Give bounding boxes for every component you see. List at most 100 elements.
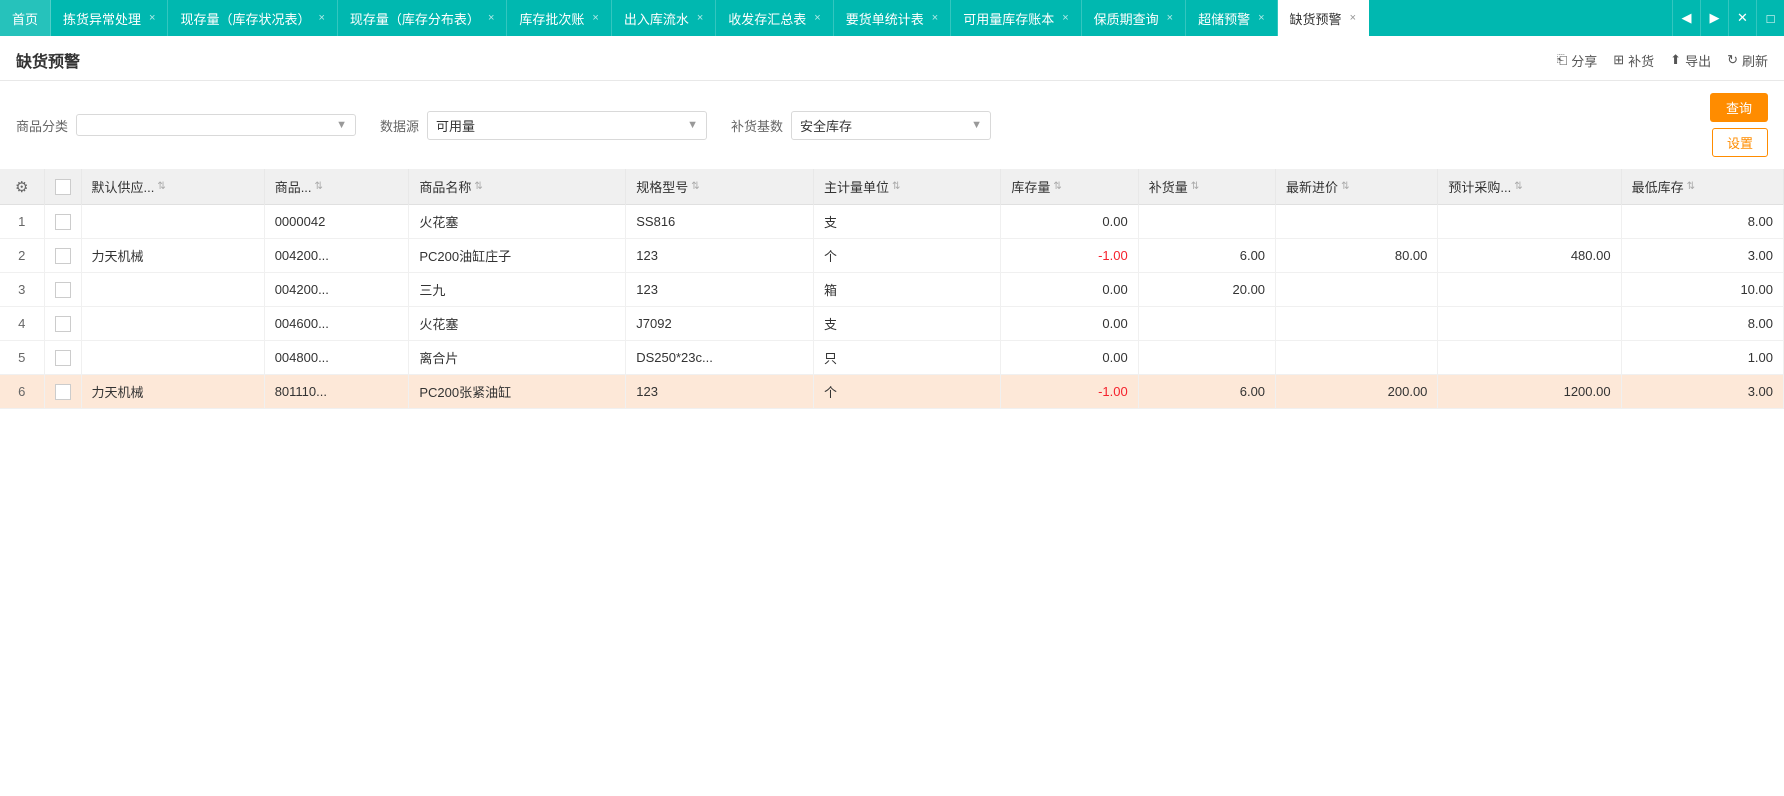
- tab-inventory-status[interactable]: 现存量（库存状况表）×: [168, 0, 337, 36]
- datasource-select[interactable]: 可用量 ▼: [427, 111, 707, 140]
- share-label: 分享: [1571, 51, 1597, 70]
- cell-est-purchase-3: [1438, 307, 1621, 341]
- category-arrow-icon: ▼: [336, 119, 347, 131]
- tab-inout-flow[interactable]: 出入库流水×: [612, 0, 716, 36]
- page-header: 缺货预警 ⎗ 分享 ⊞ 补货 ⬆ 导出 ↻ 刷新: [0, 36, 1784, 81]
- replenish-col-label: 补货量: [1149, 177, 1188, 196]
- table-row: 1 0000042 火花塞 SS816 支 0.00 8.00: [0, 205, 1784, 239]
- th-replenish[interactable]: 补货量⇅: [1138, 169, 1275, 205]
- cell-goods-code-2: 004200...: [264, 273, 409, 307]
- tab-close-receive-summary[interactable]: ×: [814, 12, 820, 24]
- cell-est-purchase-0: [1438, 205, 1621, 239]
- row-checkbox-5[interactable]: [55, 384, 71, 400]
- cell-goods-code-3: 004600...: [264, 307, 409, 341]
- th-stock[interactable]: 库存量⇅: [1001, 169, 1138, 205]
- tab-close-inventory-dist[interactable]: ×: [488, 12, 494, 24]
- row-checkbox-4[interactable]: [55, 350, 71, 366]
- row-checkbox-0[interactable]: [55, 214, 71, 230]
- cell-checkbox-0[interactable]: [44, 205, 81, 239]
- cell-replenish-4: [1138, 341, 1275, 375]
- th-supplier[interactable]: 默认供应...⇅: [81, 169, 264, 205]
- tab-abnormal[interactable]: 拣货异常处理×: [51, 0, 168, 36]
- th-gear[interactable]: ⚙: [0, 169, 44, 205]
- replenish-action[interactable]: ⊞ 补货: [1613, 51, 1654, 70]
- cell-checkbox-5[interactable]: [44, 375, 81, 409]
- share-action[interactable]: ⎗ 分享: [1557, 51, 1597, 70]
- export-action[interactable]: ⬆ 导出: [1670, 51, 1711, 70]
- tab-close-button[interactable]: ✕: [1728, 0, 1756, 36]
- th-latest-price[interactable]: 最新进价⇅: [1276, 169, 1438, 205]
- tab-close-inout-flow[interactable]: ×: [697, 12, 703, 24]
- export-label: 导出: [1685, 51, 1711, 70]
- replenish-icon: ⊞: [1613, 52, 1624, 68]
- table-row: 2 力天机械 004200... PC200油缸庄子 123 个 -1.00 6…: [0, 239, 1784, 273]
- th-goods-name[interactable]: 商品名称⇅: [409, 169, 626, 205]
- cell-checkbox-2[interactable]: [44, 273, 81, 307]
- settings-button[interactable]: 设置: [1712, 128, 1768, 157]
- spec-sort-icon: ⇅: [691, 181, 699, 192]
- tab-maximize-button[interactable]: □: [1756, 0, 1784, 36]
- cell-goods-name-2: 三九: [409, 273, 626, 307]
- tab-close-expiry-query[interactable]: ×: [1167, 12, 1173, 24]
- tab-label-shortage: 缺货预警: [1290, 9, 1342, 28]
- cell-rownum-2: 3: [0, 273, 44, 307]
- th-est-purchase[interactable]: 预计采购...⇅: [1438, 169, 1621, 205]
- row-checkbox-1[interactable]: [55, 248, 71, 264]
- cell-replenish-1: 6.00: [1138, 239, 1275, 273]
- refresh-action[interactable]: ↻ 刷新: [1727, 51, 1768, 70]
- tab-shortage[interactable]: 缺货预警 ×: [1278, 0, 1369, 36]
- th-goods-code[interactable]: 商品...⇅: [264, 169, 409, 205]
- cell-checkbox-1[interactable]: [44, 239, 81, 273]
- goods-code-sort-icon: ⇅: [315, 181, 323, 192]
- cell-unit-4: 只: [814, 341, 1001, 375]
- export-icon: ⬆: [1670, 52, 1681, 68]
- tab-inventory-dist[interactable]: 现存量（库存分布表）×: [338, 0, 507, 36]
- tab-home[interactable]: 首页: [0, 0, 51, 36]
- tab-next-button[interactable]: ▶: [1700, 0, 1728, 36]
- row-checkbox-2[interactable]: [55, 282, 71, 298]
- cell-goods-code-1: 004200...: [264, 239, 409, 273]
- tab-close-shortage[interactable]: ×: [1350, 12, 1356, 24]
- cell-checkbox-4[interactable]: [44, 341, 81, 375]
- tab-expiry-query[interactable]: 保质期查询×: [1082, 0, 1186, 36]
- tab-close-order-stat[interactable]: ×: [932, 12, 938, 24]
- cell-replenish-0: [1138, 205, 1275, 239]
- cell-latest-price-4: [1276, 341, 1438, 375]
- category-select[interactable]: ▼: [76, 114, 356, 136]
- tab-close-abnormal[interactable]: ×: [149, 12, 155, 24]
- cell-latest-price-3: [1276, 307, 1438, 341]
- th-unit[interactable]: 主计量单位⇅: [814, 169, 1001, 205]
- cell-checkbox-3[interactable]: [44, 307, 81, 341]
- header-actions: ⎗ 分享 ⊞ 补货 ⬆ 导出 ↻ 刷新: [1557, 51, 1768, 70]
- tab-close-available-ledger[interactable]: ×: [1062, 12, 1068, 24]
- th-min-stock[interactable]: 最低库存⇅: [1621, 169, 1783, 205]
- tab-prev-button[interactable]: ◀: [1672, 0, 1700, 36]
- row-checkbox-3[interactable]: [55, 316, 71, 332]
- cell-goods-code-5: 801110...: [264, 375, 409, 409]
- tab-batch-account[interactable]: 库存批次账×: [507, 0, 611, 36]
- tab-label-available-ledger: 可用量库存账本: [963, 9, 1054, 28]
- query-button[interactable]: 查询: [1710, 93, 1768, 122]
- tab-close-overstock[interactable]: ×: [1258, 12, 1264, 24]
- gear-icon[interactable]: ⚙: [15, 179, 28, 196]
- filter-bar: 商品分类 ▼ 数据源 可用量 ▼ 补货基数 安全库存 ▼ 查询 设置: [0, 81, 1784, 169]
- min-stock-sort-icon: ⇅: [1687, 181, 1695, 192]
- tab-close-inventory-status[interactable]: ×: [318, 12, 324, 24]
- cell-goods-name-5: PC200张紧油缸: [409, 375, 626, 409]
- cell-stock-1: -1.00: [1001, 239, 1138, 273]
- tab-available-ledger[interactable]: 可用量库存账本 ×: [951, 0, 1081, 36]
- est-purchase-sort-icon: ⇅: [1514, 181, 1522, 192]
- replenish-base-filter-group: 补货基数 安全库存 ▼: [731, 111, 991, 140]
- table-row: 5 004800... 离合片 DS250*23c... 只 0.00 1.00: [0, 341, 1784, 375]
- cell-unit-0: 支: [814, 205, 1001, 239]
- tab-receive-summary[interactable]: 收发存汇总表×: [716, 0, 833, 36]
- cell-stock-2: 0.00: [1001, 273, 1138, 307]
- header-checkbox[interactable]: [55, 179, 71, 195]
- spec-col-label: 规格型号: [636, 177, 688, 196]
- tab-order-stat[interactable]: 要货单统计表×: [834, 0, 951, 36]
- tab-close-batch-account[interactable]: ×: [592, 12, 598, 24]
- replenish-base-select[interactable]: 安全库存 ▼: [791, 111, 991, 140]
- th-spec[interactable]: 规格型号⇅: [626, 169, 814, 205]
- cell-latest-price-0: [1276, 205, 1438, 239]
- tab-overstock[interactable]: 超储预警×: [1186, 0, 1277, 36]
